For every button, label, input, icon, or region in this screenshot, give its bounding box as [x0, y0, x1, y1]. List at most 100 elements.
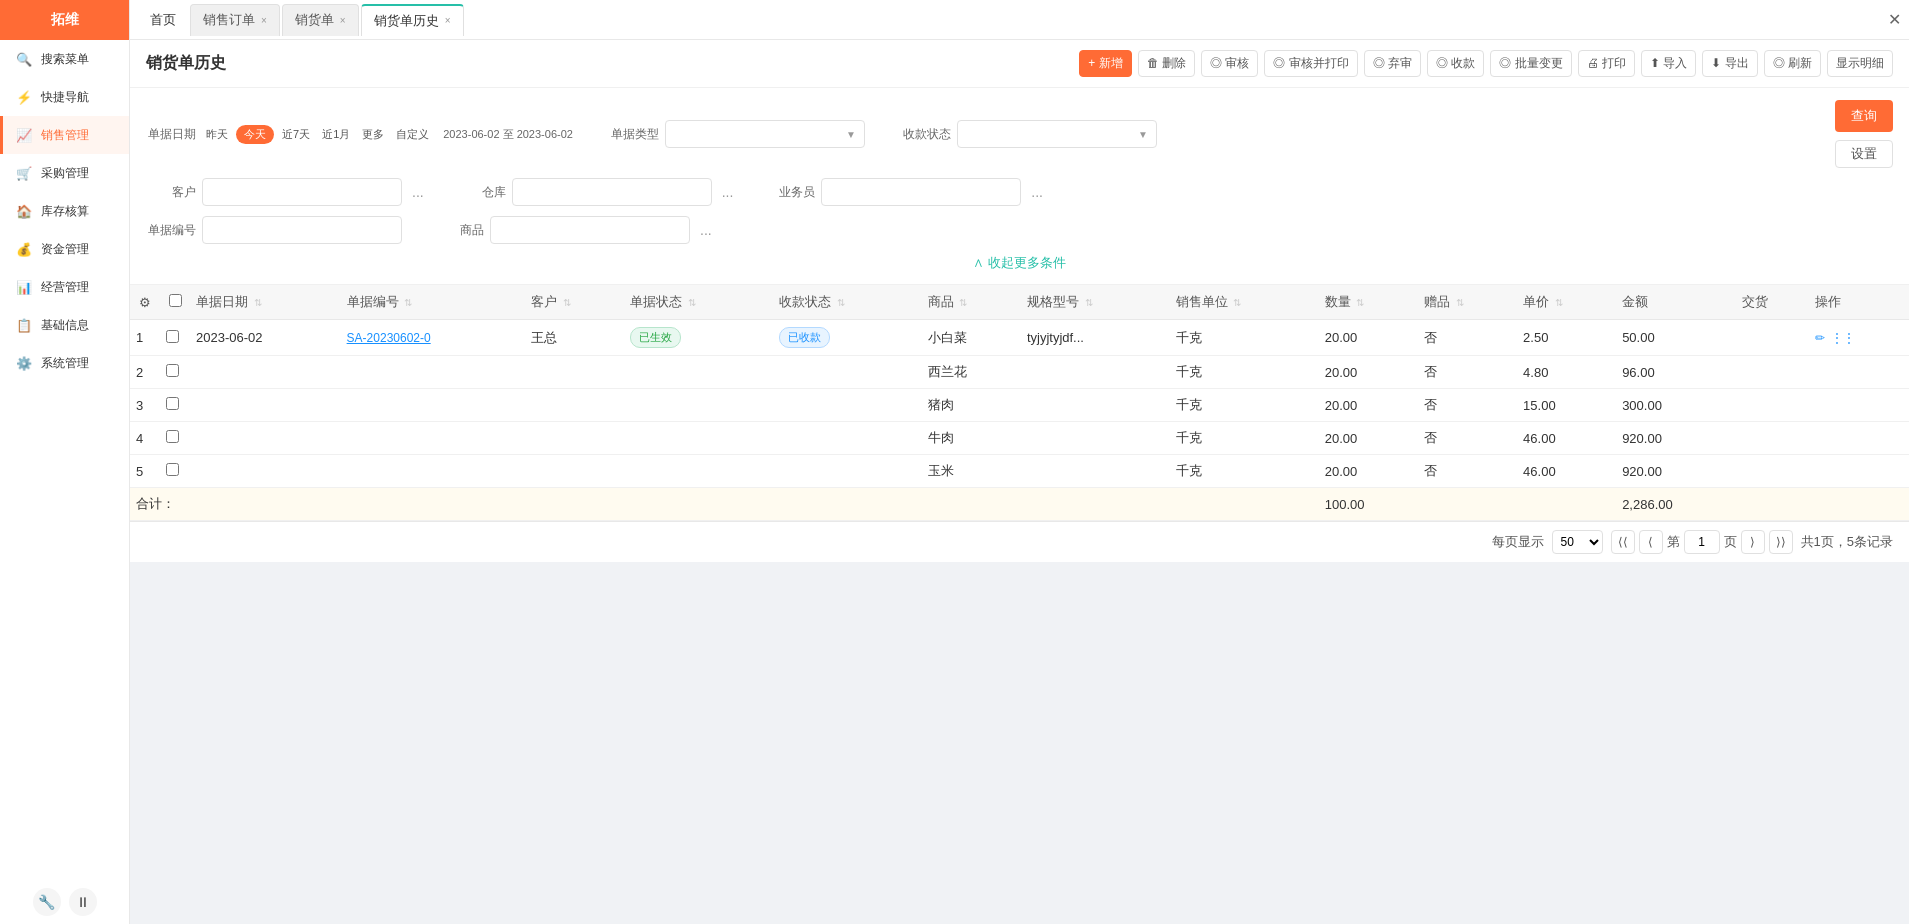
row-gift: 否: [1418, 320, 1517, 356]
row-qty: 20.00: [1319, 422, 1418, 455]
row-qty: 20.00: [1319, 455, 1418, 488]
sidebar-item-sys-mgmt[interactable]: ⚙️ 系统管理: [0, 344, 129, 382]
th-sales-unit[interactable]: 销售单位 ⇅: [1170, 285, 1319, 320]
action-btn-1[interactable]: ⋮⋮: [1831, 331, 1855, 345]
approve-print-button[interactable]: ◎ 审核并打印: [1264, 50, 1357, 77]
prev-page-btn[interactable]: ⟨: [1639, 530, 1663, 554]
abandon-button[interactable]: ◎ 弃审: [1364, 50, 1421, 77]
query-button[interactable]: 查询: [1835, 100, 1893, 132]
row-checkbox-input[interactable]: [166, 430, 179, 443]
print-button[interactable]: 🖨 打印: [1578, 50, 1635, 77]
page-size-select[interactable]: 50 100 200: [1552, 530, 1603, 554]
action-btns: ✏ ⋮⋮: [1815, 331, 1903, 345]
customer-input[interactable]: [202, 178, 402, 206]
pay-status-arrow: ▼: [1138, 129, 1148, 140]
show-detail-button[interactable]: 显示明细: [1827, 50, 1893, 77]
select-all-checkbox[interactable]: [169, 294, 182, 307]
th-doc-no[interactable]: 单据编号 ⇅: [341, 285, 525, 320]
th-checkbox[interactable]: [160, 285, 190, 320]
staff-input[interactable]: [821, 178, 1021, 206]
tab-sales-order-close[interactable]: ×: [261, 15, 267, 26]
row-spec-type: [1021, 356, 1170, 389]
warehouse-input[interactable]: [512, 178, 712, 206]
warehouse-dots[interactable]: ...: [722, 184, 734, 200]
tab-sales-order[interactable]: 销售订单 ×: [190, 4, 280, 36]
sidebar-item-inventory-calc[interactable]: 🏠 库存核算: [0, 192, 129, 230]
th-gear[interactable]: ⚙: [130, 285, 160, 320]
th-doc-status[interactable]: 单据状态 ⇅: [624, 285, 773, 320]
first-page-btn[interactable]: ⟨⟨: [1611, 530, 1635, 554]
sidebar-pause-btn[interactable]: ⏸: [69, 888, 97, 916]
goods-dots[interactable]: ...: [700, 222, 712, 238]
row-spec-type: [1021, 455, 1170, 488]
row-checkbox-input[interactable]: [166, 397, 179, 410]
row-checkbox-input[interactable]: [166, 330, 179, 343]
sidebar-label-basic-info: 基础信息: [41, 317, 89, 334]
customer-dots[interactable]: ...: [412, 184, 424, 200]
refresh-button[interactable]: ◎ 刷新: [1764, 50, 1821, 77]
shortcut-custom[interactable]: 自定义: [392, 125, 433, 144]
th-spec-type[interactable]: 规格型号 ⇅: [1021, 285, 1170, 320]
pay-status-dropdown[interactable]: ▼: [957, 120, 1157, 148]
shortcut-more[interactable]: 更多: [358, 125, 388, 144]
doc-type-dropdown[interactable]: ▼: [665, 120, 865, 148]
tab-sales-goods-history-close[interactable]: ×: [445, 15, 451, 26]
sales-mgmt-icon: 📈: [15, 126, 33, 144]
row-checkbox-input[interactable]: [166, 463, 179, 476]
row-amount: 920.00: [1616, 455, 1736, 488]
staff-dots[interactable]: ...: [1031, 184, 1043, 200]
sidebar-item-search-menu[interactable]: 🔍 搜索菜单: [0, 40, 129, 78]
delete-button[interactable]: 🗑 删除: [1138, 50, 1195, 77]
th-qty[interactable]: 数量 ⇅: [1319, 285, 1418, 320]
row-sales-unit: 千克: [1170, 356, 1319, 389]
batch-change-button[interactable]: ◎ 批量变更: [1490, 50, 1571, 77]
shortcut-7days[interactable]: 近7天: [278, 125, 314, 144]
sidebar-item-basic-info[interactable]: 📋 基础信息: [0, 306, 129, 344]
export-button[interactable]: ⬇ 导出: [1702, 50, 1757, 77]
row-customer: 王总: [525, 320, 624, 356]
last-page-btn[interactable]: ⟩⟩: [1769, 530, 1793, 554]
th-doc-date[interactable]: 单据日期 ⇅: [190, 285, 341, 320]
collapse-button[interactable]: ∧ 收起更多条件: [973, 254, 1066, 272]
action-btn-0[interactable]: ✏: [1815, 331, 1825, 345]
new-button[interactable]: + 新增: [1079, 50, 1131, 77]
receive-button[interactable]: ◎ 收款: [1427, 50, 1484, 77]
sidebar-label-sales-mgmt: 销售管理: [41, 127, 89, 144]
tab-sales-goods[interactable]: 销货单 ×: [282, 4, 359, 36]
inventory-calc-icon: 🏠: [15, 202, 33, 220]
row-trade: [1736, 389, 1809, 422]
shortcut-yesterday[interactable]: 昨天: [202, 125, 232, 144]
th-pay-status[interactable]: 收款状态 ⇅: [773, 285, 922, 320]
th-unit-price[interactable]: 单价 ⇅: [1517, 285, 1616, 320]
row-checkbox-input[interactable]: [166, 364, 179, 377]
set-button[interactable]: 设置: [1835, 140, 1893, 168]
shortcut-1month[interactable]: 近1月: [318, 125, 354, 144]
import-button[interactable]: ⬆ 导入: [1641, 50, 1696, 77]
doc-type-label: 单据类型: [609, 126, 659, 143]
filter-item-customer: 客户 ...: [146, 178, 424, 206]
sidebar-settings-btn[interactable]: 🔧: [33, 888, 61, 916]
tab-sales-goods-history[interactable]: 销货单历史 ×: [361, 4, 464, 36]
sidebar-item-purchase-mgmt[interactable]: 🛒 采购管理: [0, 154, 129, 192]
th-goods[interactable]: 商品 ⇅: [922, 285, 1021, 320]
row-doc-no[interactable]: SA-20230602-0: [341, 320, 525, 356]
sidebar-logo: 拓维: [0, 0, 129, 40]
sidebar-item-quick-nav[interactable]: ⚡ 快捷导航: [0, 78, 129, 116]
next-page-btn[interactable]: ⟩: [1741, 530, 1765, 554]
doc-no-input[interactable]: [202, 216, 402, 244]
summary-label: 合计：: [130, 488, 190, 521]
goods-input[interactable]: [490, 216, 690, 244]
th-customer[interactable]: 客户 ⇅: [525, 285, 624, 320]
sidebar-item-finance-mgmt[interactable]: 💰 资金管理: [0, 230, 129, 268]
tab-home[interactable]: 首页: [138, 4, 188, 36]
doc-no-link[interactable]: SA-20230602-0: [347, 331, 431, 345]
close-all-tabs-btn[interactable]: ✕: [1888, 10, 1901, 29]
approve-button[interactable]: ◎ 审核: [1201, 50, 1258, 77]
page-label-suffix: 页: [1724, 533, 1737, 551]
tab-sales-goods-close[interactable]: ×: [340, 15, 346, 26]
page-number-input[interactable]: [1684, 530, 1720, 554]
shortcut-today[interactable]: 今天: [236, 125, 274, 144]
sidebar-item-sales-mgmt[interactable]: 📈 销售管理: [0, 116, 129, 154]
th-gift[interactable]: 赠品 ⇅: [1418, 285, 1517, 320]
sidebar-item-ops-mgmt[interactable]: 📊 经营管理: [0, 268, 129, 306]
